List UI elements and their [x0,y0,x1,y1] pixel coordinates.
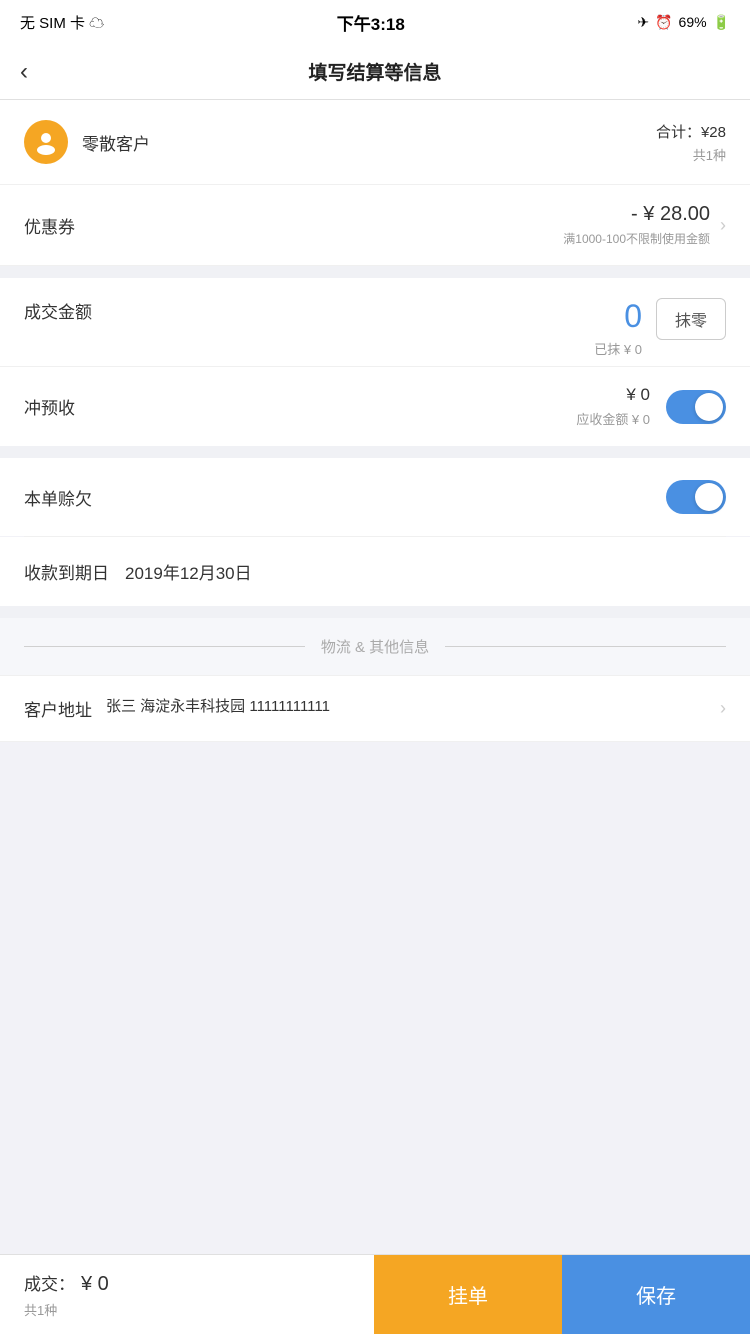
customer-total: 合计：¥28 共1种 [656,121,726,164]
advance-amount: ¥ 0 [576,385,650,405]
debt-toggle-knob [695,483,723,511]
alarm-icon: ⏰ [655,14,672,31]
avatar [24,120,68,164]
due-date-row: 收款到期日 2019年12月30日 [0,537,750,606]
section-sep-3 [0,606,750,618]
coupon-right: - ¥ 28.00 满1000-100不限制使用金额 › [563,203,726,247]
battery-text: 69% [679,14,707,30]
status-left: 无 SIM 卡 ☁ [20,12,104,33]
logistics-line-left [24,646,305,647]
due-date-label: 收款到期日 [24,559,109,584]
address-label: 客户地址 [24,696,92,721]
person-icon [33,129,59,155]
location-icon: ✈ [637,14,649,31]
bottom-footer: 成交： ¥ 0 共1种 挂单 保存 [0,1254,750,1334]
save-button[interactable]: 保存 [562,1255,750,1334]
due-date-value: 2019年12月30日 [125,559,252,584]
back-arrow-icon: ‹ [20,58,28,86]
footer-count: 共1种 [24,1300,350,1319]
deal-right: 0 已抹 ¥ 0 抹零 [594,298,726,358]
toggle-knob [695,393,723,421]
coupon-discount-value: - ¥ 28.00 [563,203,710,226]
battery-icon: 🔋 [713,14,730,31]
no-sim-text: 无 SIM 卡 ☁ [20,12,104,33]
footer-deal-label: 成交： [24,1270,75,1295]
nav-bar: ‹ 填写结算等信息 [0,44,750,100]
debt-label: 本单赊欠 [24,485,92,510]
section-sep-1 [0,266,750,278]
logistics-line-right [445,646,726,647]
address-row[interactable]: 客户地址 张三 海淀永丰科技园 11111111111 › [0,676,750,741]
advance-note: 应收金额 ¥ 0 [576,409,650,428]
advance-right: ¥ 0 应收金额 ¥ 0 [576,385,726,428]
back-button[interactable]: ‹ [20,58,28,86]
chevron-right-icon: › [720,215,726,236]
hang-button[interactable]: 挂单 [374,1255,562,1334]
deal-label: 成交金额 [24,298,92,323]
debt-toggle[interactable] [666,480,726,514]
total-count: 共1种 [656,145,726,164]
advance-values: ¥ 0 应收金额 ¥ 0 [576,385,650,428]
status-time: 下午3:18 [337,10,405,35]
coupon-label: 优惠券 [24,213,75,238]
page-title: 填写结算等信息 [308,58,441,85]
coupon-row[interactable]: 优惠券 - ¥ 28.00 满1000-100不限制使用金额 › [0,185,750,266]
advance-label: 冲预收 [24,394,75,419]
address-left: 客户地址 张三 海淀永丰科技园 11111111111 [24,696,330,721]
customer-name: 零散客户 [82,130,150,155]
address-value: 张三 海淀永丰科技园 11111111111 [106,696,330,719]
section-sep-2 [0,446,750,458]
status-bar: 无 SIM 卡 ☁ 下午3:18 ✈ ⏰ 69% 🔋 [0,0,750,44]
footer-info: 成交： ¥ 0 共1种 [0,1270,374,1319]
address-chevron-icon: › [720,698,726,719]
customer-row: 零散客户 合计：¥28 共1种 [0,100,750,184]
coupon-discount-note: 满1000-100不限制使用金额 [563,230,710,247]
deal-sub: 已抹 ¥ 0 [594,339,642,358]
advance-toggle[interactable] [666,390,726,424]
advance-row: 冲预收 ¥ 0 应收金额 ¥ 0 [0,367,750,446]
debt-row: 本单赊欠 [0,458,750,536]
logistics-header: 物流 & 其他信息 [0,618,750,675]
deal-value: 0 [594,298,642,335]
mo-ling-button[interactable]: 抹零 [656,298,726,340]
empty-space [0,742,750,942]
customer-info: 零散客户 [24,120,150,164]
deal-row: 成交金额 0 已抹 ¥ 0 抹零 [0,278,750,367]
logistics-title: 物流 & 其他信息 [321,636,429,657]
status-right: ✈ ⏰ 69% 🔋 [637,14,730,31]
total-label: 合计：¥28 [656,121,726,142]
footer-deal-amount: ¥ 0 [81,1273,109,1296]
